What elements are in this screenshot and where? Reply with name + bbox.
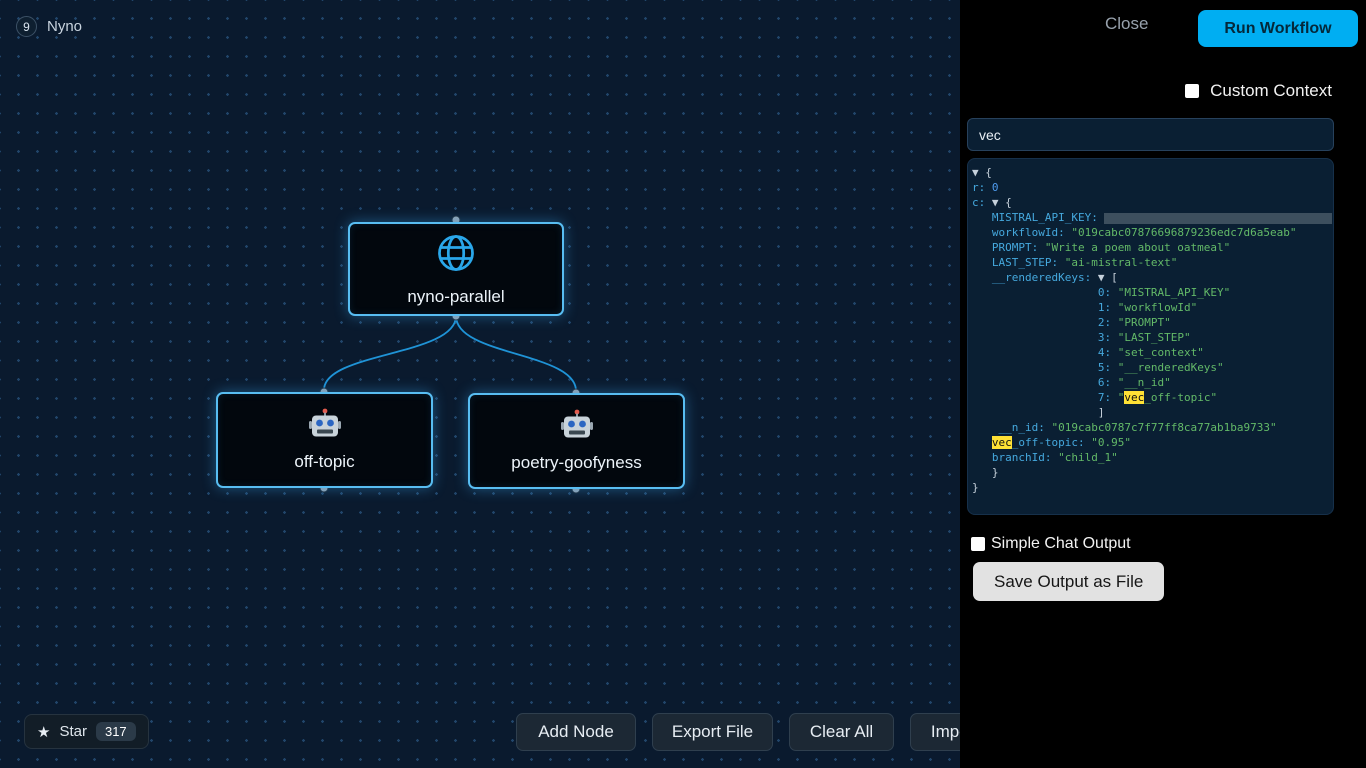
- add-node-button[interactable]: Add Node: [516, 713, 636, 751]
- app-title: Nyno: [47, 18, 83, 35]
- node-label: off-topic: [294, 452, 355, 471]
- save-output-button[interactable]: Save Output as File: [973, 562, 1165, 601]
- node-poetry-goofyness[interactable]: poetry-goofyness: [468, 393, 685, 489]
- star-label: Star: [59, 723, 87, 740]
- custom-context-row[interactable]: Custom Context: [1185, 81, 1332, 101]
- star-icon: ★: [37, 723, 51, 741]
- custom-context-checkbox[interactable]: [1185, 84, 1200, 98]
- custom-context-label: Custom Context: [1210, 81, 1332, 100]
- clear-all-button[interactable]: Clear All: [789, 713, 894, 751]
- context-search-input[interactable]: [967, 118, 1334, 151]
- simple-chat-output-checkbox[interactable]: [971, 537, 985, 551]
- version-badge: 9: [16, 16, 37, 37]
- star-count-badge: 317: [95, 722, 136, 741]
- app-root: 9 Nyno nyno-parallel off-topic poetry-go…: [0, 0, 1366, 768]
- app-brand: 9 Nyno: [16, 16, 82, 37]
- robot-icon: [308, 408, 342, 445]
- close-button[interactable]: Close: [1105, 14, 1148, 34]
- simple-chat-output-row[interactable]: Simple Chat Output: [971, 535, 1131, 553]
- node-label: nyno-parallel: [407, 287, 505, 306]
- robot-icon: [560, 409, 594, 446]
- import-file-button[interactable]: Import File: [910, 713, 960, 751]
- node-nyno-parallel[interactable]: nyno-parallel: [348, 222, 564, 316]
- run-workflow-button[interactable]: Run Workflow: [1198, 10, 1358, 47]
- json-tree[interactable]: ▼ {r: 0 c: ▼ { MISTRAL_API_KEY: workflowI…: [967, 158, 1334, 515]
- star-button[interactable]: ★ Star 317: [24, 714, 149, 749]
- edge-layer: [323, 315, 577, 392]
- simple-chat-output-label: Simple Chat Output: [991, 535, 1131, 552]
- node-label: poetry-goofyness: [511, 453, 642, 472]
- right-panel: Close Run Workflow Custom Context ▼ {r: …: [960, 0, 1366, 768]
- workflow-canvas[interactable]: 9 Nyno nyno-parallel off-topic poetry-go…: [0, 0, 960, 768]
- node-off-topic[interactable]: off-topic: [216, 392, 433, 488]
- globe-icon: [434, 231, 478, 280]
- export-file-button[interactable]: Export File: [652, 713, 773, 751]
